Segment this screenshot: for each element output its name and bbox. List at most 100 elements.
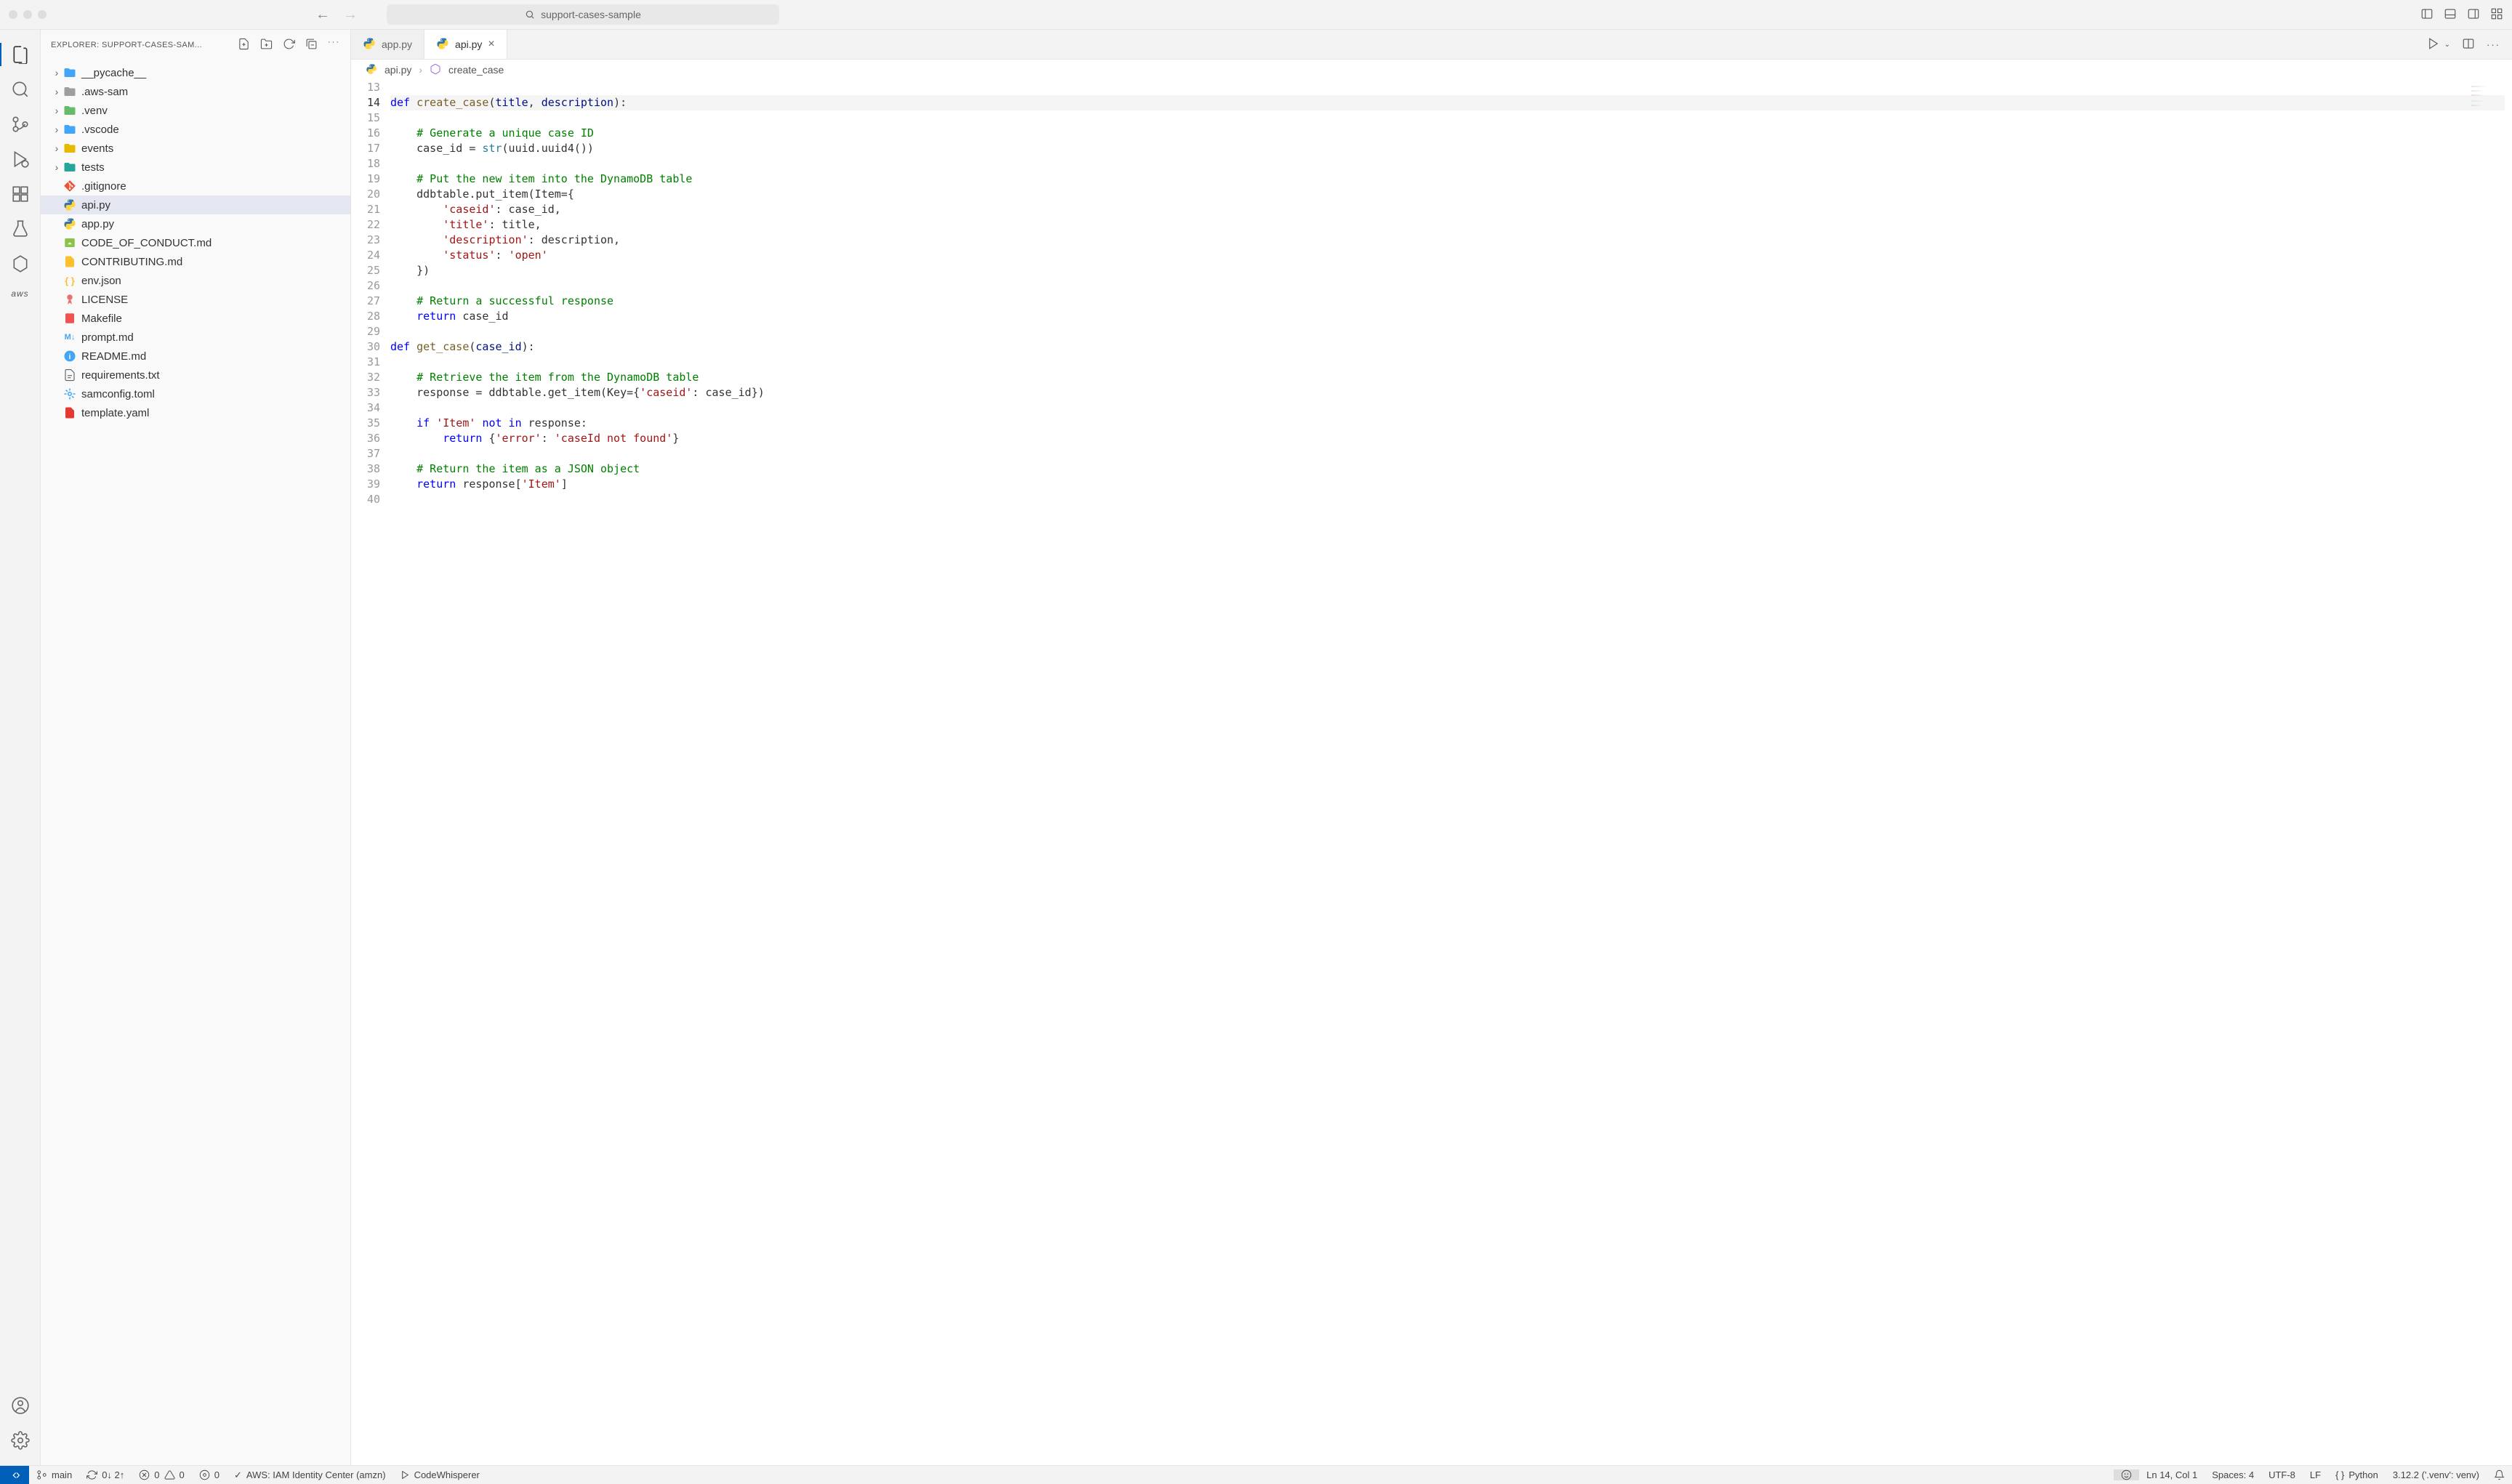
new-file-icon[interactable] [238,38,250,52]
file-readme-md[interactable]: iREADME.md [41,347,350,366]
ports-status[interactable]: 0 [192,1466,227,1484]
editor-area: app.py api.py × ⌄ ··· api.py › create_case… [351,30,2512,1465]
go-back-button[interactable]: ← [315,7,330,23]
file-label: api.py [81,199,110,211]
file-label: prompt.md [81,331,134,344]
cursor-position-status[interactable]: Ln 14, Col 1 [2139,1469,2205,1480]
close-window[interactable] [9,10,17,19]
zoom-window[interactable] [38,10,47,19]
file-label: .aws-sam [81,86,128,98]
file-template-yaml[interactable]: template.yaml [41,403,350,422]
notifications-icon[interactable] [2487,1469,2512,1480]
file-requirements-txt[interactable]: requirements.txt [41,366,350,384]
tab-app-py[interactable]: app.py [351,30,424,59]
md-green-icon [63,236,77,249]
file-api-py[interactable]: api.py [41,195,350,214]
nav-arrows: ← → [315,7,358,23]
problems-status[interactable]: 0 0 [132,1466,191,1484]
folder--aws-sam[interactable]: ›.aws-sam [41,82,350,101]
file-license[interactable]: LICENSE [41,290,350,309]
python-icon [363,37,376,52]
file-label: env.json [81,275,121,287]
extensions-view-icon[interactable] [0,177,41,211]
run-debug-view-icon[interactable] [0,142,41,177]
command-center[interactable]: support-cases-sample [387,4,779,25]
more-icon[interactable]: ··· [328,38,340,52]
file-label: .venv [81,105,108,117]
file-makefile[interactable]: Makefile [41,309,350,328]
feedback-status[interactable] [2114,1469,2139,1480]
aws-status[interactable]: ✓ AWS: IAM Identity Center (amzn) [227,1466,393,1484]
folder-green-icon [63,104,77,117]
search-view-icon[interactable] [0,72,41,107]
window-controls [9,10,47,19]
chevron-right-icon: › [51,124,63,135]
folder--vscode[interactable]: ›.vscode [41,120,350,139]
yaml-icon [63,406,77,419]
run-file-icon[interactable] [2427,37,2440,52]
explorer-title: EXPLORER: SUPPORT-CASES-SAM... [51,41,202,49]
tab-api-py[interactable]: api.py × [424,30,507,59]
indentation-status[interactable]: Spaces: 4 [2205,1469,2261,1480]
file--gitignore[interactable]: .gitignore [41,177,350,195]
more-editor-icon[interactable]: ··· [2487,39,2500,50]
svg-text:i: i [69,353,71,361]
file-samconfig-toml[interactable]: samconfig.toml [41,384,350,403]
folder--venv[interactable]: ›.venv [41,101,350,120]
json-icon: { } [63,275,77,286]
go-forward-button[interactable]: → [343,7,358,23]
toggle-secondary-sidebar-icon[interactable] [2467,7,2480,23]
folder-grey-icon [63,85,77,98]
folder-tests[interactable]: ›tests [41,158,350,177]
chevron-right-icon: › [51,142,63,154]
file-contributing-md[interactable]: CONTRIBUTING.md [41,252,350,271]
file-app-py[interactable]: app.py [41,214,350,233]
close-tab-icon[interactable]: × [488,38,494,51]
file-code-of-conduct-md[interactable]: CODE_OF_CONDUCT.md [41,233,350,252]
eol-status[interactable]: LF [2303,1469,2328,1480]
folder---pycache--[interactable]: ›__pycache__ [41,63,350,82]
breadcrumb-file[interactable]: api.py [385,64,411,76]
titlebar: ← → support-cases-sample [0,0,2512,30]
run-dropdown-icon[interactable]: ⌄ [2444,41,2450,49]
language-status[interactable]: { } Python [2328,1469,2386,1480]
tab-label: api.py [455,39,482,50]
activity-bar: aws [0,30,41,1465]
customize-layout-icon[interactable] [2490,7,2503,23]
code-editor[interactable]: 1314151617181920212223242526272829303132… [351,80,2512,1465]
refresh-icon[interactable] [283,38,295,52]
hex-view-icon[interactable] [0,246,41,281]
minimize-window[interactable] [23,10,32,19]
minimap[interactable] [2471,80,2512,138]
folder-events[interactable]: › events [41,139,350,158]
codewhisperer-status[interactable]: CodeWhisperer [393,1466,487,1484]
interpreter-status[interactable]: 3.12.2 ('.venv': venv) [2386,1469,2487,1480]
code-content[interactable]: def create_case(title, description): # G… [390,80,2512,1465]
collapse-all-icon[interactable] [305,38,318,52]
toggle-panel-icon[interactable] [2444,7,2457,23]
file-env-json[interactable]: { } env.json [41,271,350,290]
source-control-view-icon[interactable] [0,107,41,142]
split-editor-icon[interactable] [2462,37,2475,52]
file-prompt-md[interactable]: M↓prompt.md [41,328,350,347]
file-label: tests [81,161,105,174]
explorer-view-icon[interactable] [0,37,41,72]
accounts-icon[interactable] [0,1388,41,1423]
breadcrumb-symbol[interactable]: create_case [448,64,504,76]
search-text: support-cases-sample [541,9,641,20]
md-yellow-icon [63,255,77,268]
settings-gear-icon[interactable] [0,1423,41,1458]
tab-label: app.py [382,39,412,50]
new-folder-icon[interactable] [260,38,273,52]
git-sync-status[interactable]: 0↓ 2↑ [79,1466,132,1484]
aws-view-icon[interactable]: aws [0,281,41,302]
remote-indicator[interactable] [0,1466,29,1484]
breadcrumb[interactable]: api.py › create_case [351,60,2512,80]
testing-view-icon[interactable] [0,211,41,246]
git-branch-status[interactable]: main [29,1466,79,1484]
explorer-sidebar: EXPLORER: SUPPORT-CASES-SAM... ··· ›__py… [41,30,351,1465]
explorer-actions: ··· [238,38,340,52]
toggle-primary-sidebar-icon[interactable] [2420,7,2434,23]
file-label: events [81,142,113,155]
encoding-status[interactable]: UTF-8 [2261,1469,2303,1480]
